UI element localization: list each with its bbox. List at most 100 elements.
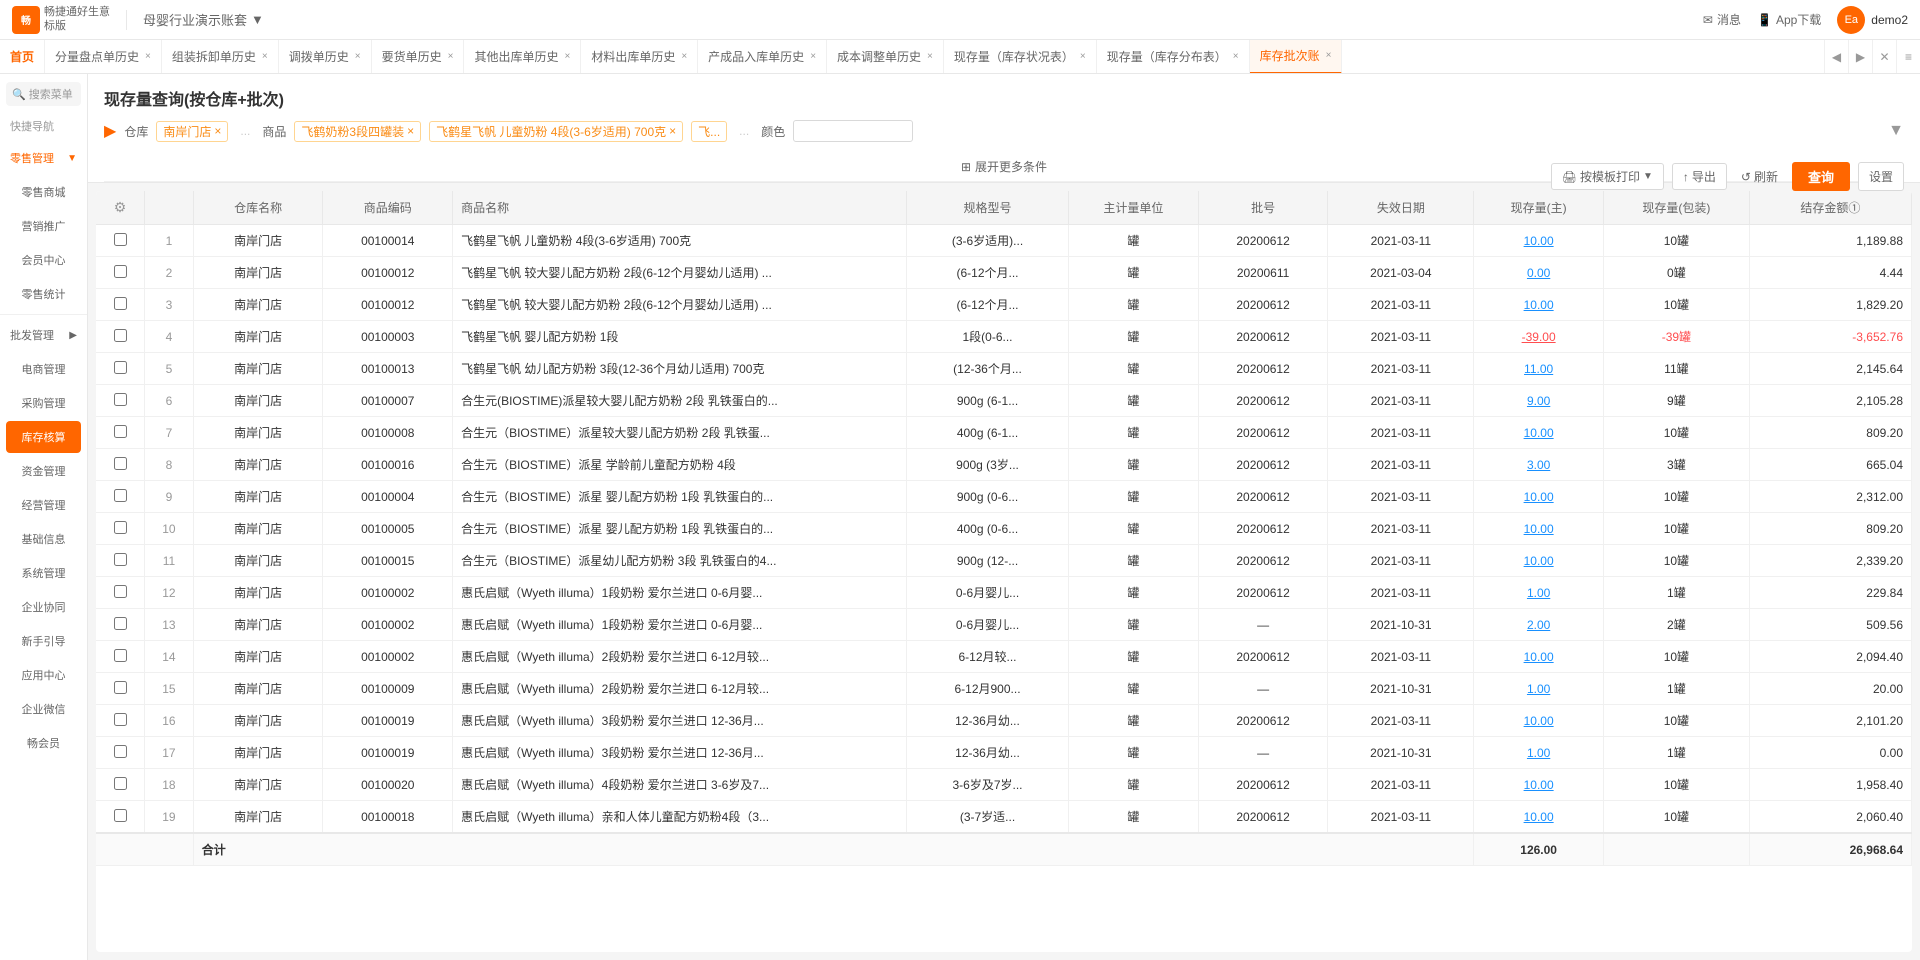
tab-requisition[interactable]: 要货单历史 × — [372, 40, 465, 74]
print-dropdown-icon[interactable]: ▼ — [1643, 171, 1653, 182]
tab-adjust[interactable]: 调拨单历史 × — [279, 40, 372, 74]
export-button[interactable]: ↑ 导出 — [1672, 163, 1727, 190]
tab-menu-button[interactable]: ≡ — [1896, 40, 1920, 74]
row-checkbox[interactable] — [114, 425, 127, 438]
tab-close-icon[interactable]: × — [810, 51, 816, 62]
tab-close-icon[interactable]: × — [448, 51, 454, 62]
sidebar-item-ecom[interactable]: 电商管理 — [6, 353, 81, 385]
tab-home[interactable]: 首页 — [0, 40, 45, 74]
row-checkbox[interactable] — [114, 553, 127, 566]
tab-other-out[interactable]: 其他出库单历史 × — [464, 40, 581, 74]
row-checkbox[interactable] — [114, 713, 127, 726]
row-checkbox[interactable] — [114, 617, 127, 630]
row-checkbox[interactable] — [114, 265, 127, 278]
sidebar-item-vip[interactable]: 畅会员 — [6, 727, 81, 759]
product-filter-tag2[interactable]: 飞鹤星飞帆 儿童奶粉 4段(3-6岁适用) 700克 × — [429, 121, 683, 142]
row-checkbox[interactable] — [114, 681, 127, 694]
sidebar-item-apps[interactable]: 应用中心 — [6, 659, 81, 691]
tab-close-icon[interactable]: × — [681, 51, 687, 62]
cell-checkbox[interactable] — [96, 705, 145, 737]
refresh-button[interactable]: ↺ 刷新 — [1735, 164, 1784, 189]
settings-icon[interactable]: ⚙ — [114, 199, 127, 215]
tab-close-icon[interactable]: × — [1080, 51, 1086, 62]
product-filter-tag1[interactable]: 飞鹤奶粉3段四罐装 × — [294, 121, 421, 142]
row-checkbox[interactable] — [114, 329, 127, 342]
print-button[interactable]: 🖨 按模板打印 ▼ — [1551, 163, 1664, 190]
cell-checkbox[interactable] — [96, 801, 145, 834]
sidebar-item-stats[interactable]: 零售统计 — [6, 278, 81, 310]
cell-stock-main[interactable]: 10.00 — [1474, 289, 1604, 321]
row-checkbox[interactable] — [114, 233, 127, 246]
sidebar-item-retail[interactable]: 零售管理 ▼ — [0, 142, 87, 174]
row-checkbox[interactable] — [114, 393, 127, 406]
cell-checkbox[interactable] — [96, 641, 145, 673]
cell-stock-main[interactable]: 10.00 — [1474, 769, 1604, 801]
cell-checkbox[interactable] — [96, 481, 145, 513]
cell-stock-main[interactable]: 10.00 — [1474, 481, 1604, 513]
cell-stock-main[interactable]: 11.00 — [1474, 353, 1604, 385]
product-filter-more[interactable]: 飞... — [691, 121, 727, 142]
filter-dropdown-icon[interactable]: ▼ — [1888, 122, 1904, 140]
sidebar-item-enterprise[interactable]: 企业协同 — [6, 591, 81, 623]
cell-checkbox[interactable] — [96, 385, 145, 417]
sidebar-item-purchase[interactable]: 采购管理 — [6, 387, 81, 419]
query-button[interactable]: 查询 — [1792, 162, 1850, 191]
color-filter-input[interactable] — [793, 120, 1872, 142]
cell-stock-main[interactable]: 10.00 — [1474, 225, 1604, 257]
sidebar-item-system[interactable]: 系统管理 — [6, 557, 81, 589]
tab-inventory-status[interactable]: 现存量（库存状况表） × — [944, 40, 1097, 74]
cell-stock-main[interactable]: 9.00 — [1474, 385, 1604, 417]
cell-checkbox[interactable] — [96, 417, 145, 449]
cell-checkbox[interactable] — [96, 769, 145, 801]
sidebar-item-guide[interactable]: 新手引导 — [6, 625, 81, 657]
color-input[interactable] — [793, 120, 913, 142]
tab-close-all-button[interactable]: ✕ — [1872, 40, 1896, 74]
cell-checkbox[interactable] — [96, 257, 145, 289]
sidebar-item-operation[interactable]: 经营管理 — [6, 489, 81, 521]
cell-checkbox[interactable] — [96, 577, 145, 609]
search-box[interactable]: 🔍 搜索菜单 — [6, 82, 81, 106]
cell-stock-main[interactable]: 10.00 — [1474, 513, 1604, 545]
row-checkbox[interactable] — [114, 649, 127, 662]
col-settings[interactable]: ⚙ — [96, 191, 145, 225]
cell-stock-main[interactable]: 10.00 — [1474, 705, 1604, 737]
tab-inventory-dist[interactable]: 现存量（库存分布表） × — [1097, 40, 1250, 74]
row-checkbox[interactable] — [114, 777, 127, 790]
close-icon[interactable]: × — [214, 124, 221, 138]
sidebar-item-marketing[interactable]: 营销推广 — [6, 210, 81, 242]
company-selector[interactable]: 母婴行业演示账套 ▼ — [143, 10, 264, 29]
close-icon[interactable]: × — [407, 124, 414, 138]
tab-close-icon[interactable]: × — [1233, 51, 1239, 62]
cell-stock-main[interactable]: 2.00 — [1474, 609, 1604, 641]
sidebar-item-wechat[interactable]: 企业微信 — [6, 693, 81, 725]
tab-next-button[interactable]: ▶ — [1848, 40, 1872, 74]
row-checkbox[interactable] — [114, 521, 127, 534]
cell-stock-main[interactable]: 10.00 — [1474, 801, 1604, 834]
tab-material-out[interactable]: 材料出库单历史 × — [581, 40, 698, 74]
tab-cost-adjust[interactable]: 成本调整单历史 × — [827, 40, 944, 74]
warehouse-filter-tag[interactable]: 南岸门店 × — [156, 121, 228, 142]
row-checkbox[interactable] — [114, 361, 127, 374]
message-button[interactable]: ✉ 消息 — [1703, 11, 1741, 28]
row-checkbox[interactable] — [114, 745, 127, 758]
cell-checkbox[interactable] — [96, 225, 145, 257]
tab-disassemble[interactable]: 组装拆卸单历史 × — [162, 40, 279, 74]
settings-button[interactable]: 设置 — [1858, 162, 1904, 191]
tab-close-icon[interactable]: × — [145, 51, 151, 62]
row-checkbox[interactable] — [114, 457, 127, 470]
cell-checkbox[interactable] — [96, 449, 145, 481]
sidebar-item-inventory[interactable]: 库存核算 — [6, 421, 81, 453]
close-icon[interactable]: × — [669, 124, 676, 138]
row-checkbox[interactable] — [114, 585, 127, 598]
filter-toggle-button[interactable]: ▶ — [104, 121, 116, 141]
cell-stock-main[interactable]: 3.00 — [1474, 449, 1604, 481]
tab-close-icon[interactable]: × — [355, 51, 361, 62]
cell-stock-main[interactable]: 1.00 — [1474, 737, 1604, 769]
tab-close-icon[interactable]: × — [927, 51, 933, 62]
tab-close-icon[interactable]: × — [262, 51, 268, 62]
cell-checkbox[interactable] — [96, 545, 145, 577]
app-download-button[interactable]: 📱 App下载 — [1757, 11, 1821, 28]
cell-stock-main[interactable]: 10.00 — [1474, 545, 1604, 577]
sidebar-item-shop[interactable]: 零售商城 — [6, 176, 81, 208]
sidebar-item-basic[interactable]: 基础信息 — [6, 523, 81, 555]
